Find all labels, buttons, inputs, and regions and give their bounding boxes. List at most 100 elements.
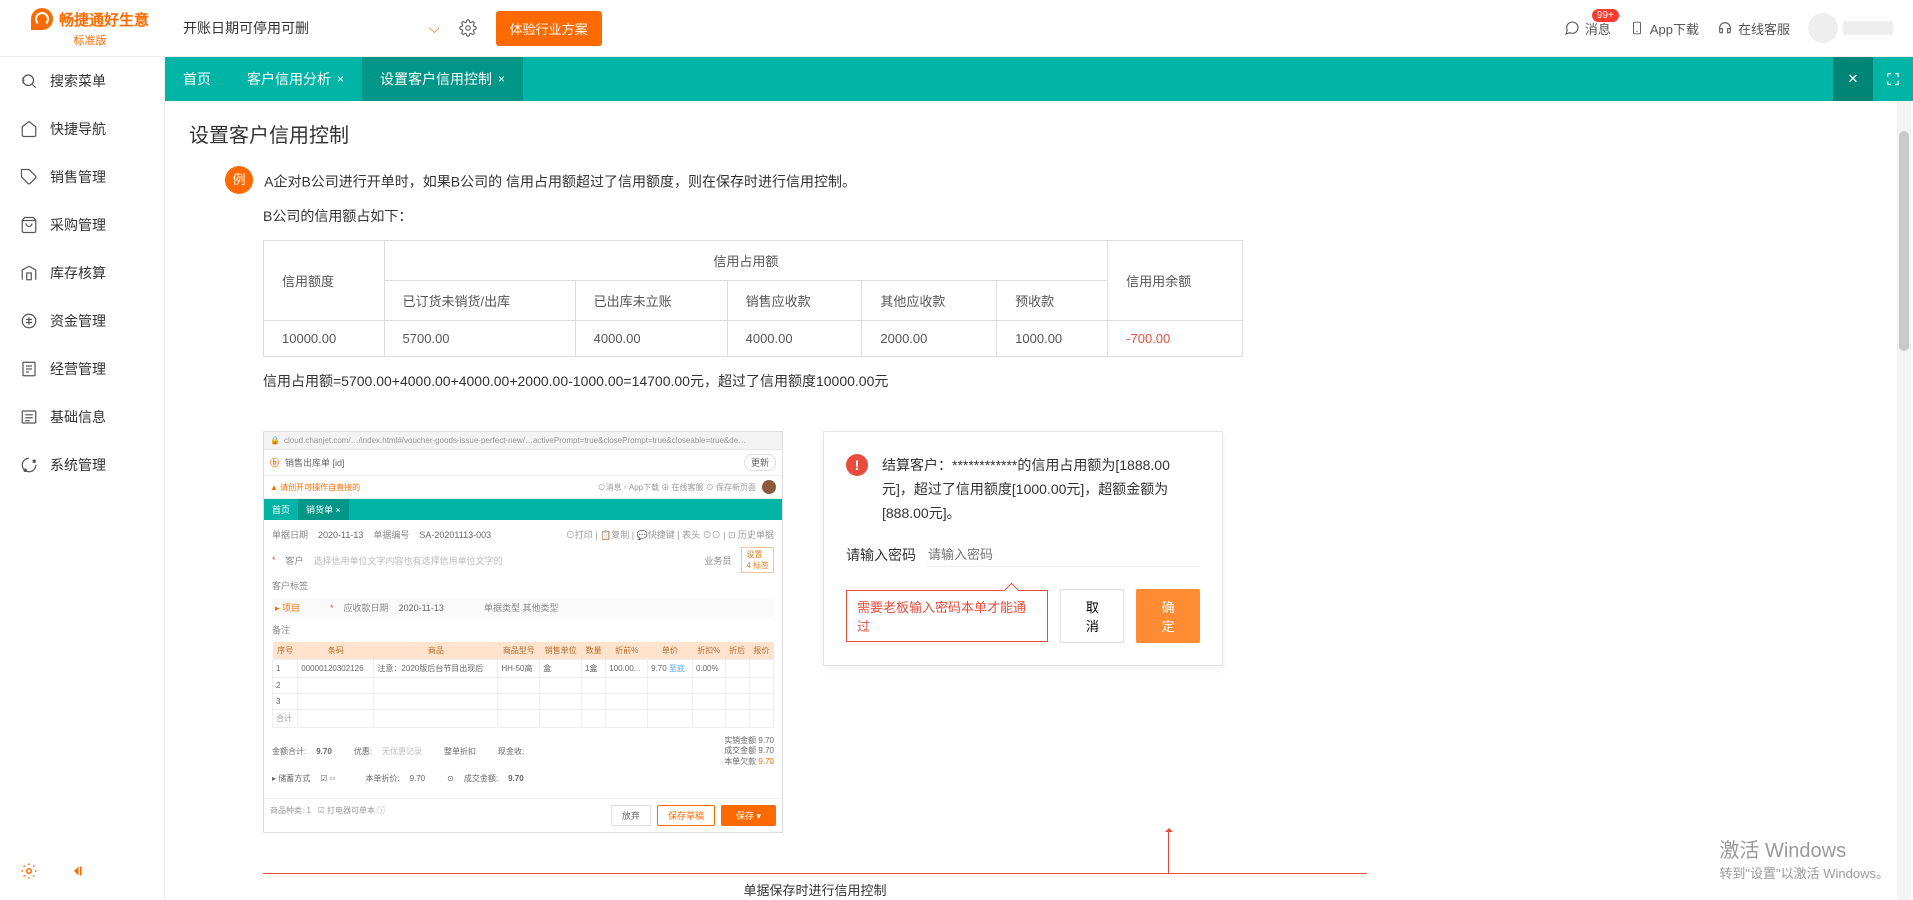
collapse-sidebar-icon[interactable]	[68, 862, 86, 880]
page-title: 设置客户信用控制	[165, 101, 1913, 158]
bottom-gear-icon[interactable]	[20, 862, 38, 880]
scrollbar-track[interactable]	[1897, 101, 1911, 900]
cell: 10000.00	[264, 321, 385, 357]
credit-warning-dialog: ! 结算客户：************的信用占用额为[1888.00元]，超过了…	[823, 431, 1223, 666]
credit-table: 信用额度 信用占用额 信用用余额 已订货未销货/出库 已出库未立账 销售应收款 …	[263, 240, 1243, 357]
table-row: 10000.00 5700.00 4000.00 4000.00 2000.00…	[264, 321, 1243, 357]
brand-name: 畅捷通好生意	[59, 9, 149, 30]
th-sub: 已出库未立账	[575, 281, 727, 321]
th-sub: 其他应收款	[862, 281, 997, 321]
dialog-hint-note: 需要老板输入密码本单才能通过	[846, 590, 1048, 642]
tag-icon	[20, 168, 38, 186]
calculation-text: 信用占用额=5700.00+4000.00+4000.00+2000.00-10…	[263, 371, 1405, 391]
warehouse-icon	[20, 264, 38, 282]
th-balance: 信用用余额	[1108, 241, 1243, 321]
app-download-label: App下载	[1650, 19, 1699, 38]
cell: 5700.00	[384, 321, 575, 357]
phone-icon	[1629, 20, 1645, 36]
sidebar-label: 销售管理	[50, 167, 106, 187]
sidebar-item-basedata[interactable]: 基础信息	[0, 393, 164, 441]
th-sub: 预收款	[997, 281, 1108, 321]
brand-block: 畅捷通好生意 标准版	[0, 8, 165, 48]
cycle-icon	[20, 456, 38, 474]
settings-gear-icon[interactable]	[454, 14, 482, 42]
sidebar-item-inventory[interactable]: 库存核算	[0, 249, 164, 297]
messages-button[interactable]: 消息 99+	[1564, 19, 1611, 38]
th-usage: 信用占用额	[384, 241, 1108, 281]
cancel-button[interactable]: 取消	[1060, 589, 1124, 643]
password-input[interactable]	[926, 543, 1200, 567]
left-sidebar: 搜索菜单 快捷导航 销售管理 采购管理 库存核算 资金管理 经营管理 基础信息	[0, 57, 165, 900]
cell-negative: -700.00	[1108, 321, 1243, 357]
tab-customer-credit-analysis[interactable]: 客户信用分析 ×	[229, 57, 362, 101]
sidebar-item-quicknav[interactable]: 快捷导航	[0, 105, 164, 153]
brand-edition: 标准版	[74, 32, 107, 48]
messages-badge: 99+	[1592, 9, 1619, 22]
scrollbar-thumb[interactable]	[1899, 131, 1909, 351]
account-selector[interactable]: 开账日期可停用可删 ⌵	[183, 18, 440, 38]
example-badge-icon: 例	[225, 166, 253, 194]
example-row: 例 A企对B公司进行开单时，如果B公司的 信用占用额超过了信用额度，则在保存时进…	[225, 168, 1405, 196]
account-selector-label: 开账日期可停用可删	[183, 18, 309, 38]
tab-strip: 首页 客户信用分析 × 设置客户信用控制 × ✕	[165, 57, 1913, 101]
experience-industry-button[interactable]: 体验行业方案	[496, 11, 602, 46]
fullscreen-button[interactable]	[1873, 57, 1913, 101]
annotation-caption: 单据保存时进行信用控制	[225, 880, 1405, 899]
th-sub: 销售应收款	[727, 281, 862, 321]
list-icon	[20, 408, 38, 426]
tab-label: 设置客户信用控制	[380, 69, 492, 89]
cell: 1000.00	[997, 321, 1108, 357]
th-credit-limit: 信用额度	[264, 241, 385, 321]
app-header: 畅捷通好生意 标准版 开账日期可停用可删 ⌵ 体验行业方案 消息 99+ App…	[0, 0, 1913, 57]
close-all-tabs-button[interactable]: ✕	[1833, 57, 1873, 101]
cell: 2000.00	[862, 321, 997, 357]
tab-credit-control-settings[interactable]: 设置客户信用控制 ×	[362, 57, 523, 101]
password-label: 请输入密码	[846, 545, 916, 565]
online-service-label: 在线客服	[1738, 19, 1790, 38]
mock-url-bar: 🔒 cloud.chanjet.com/…/index.html#/vouche…	[264, 432, 782, 450]
app-download-button[interactable]: App下载	[1629, 19, 1699, 38]
tab-home[interactable]: 首页	[165, 57, 229, 101]
sidebar-item-system[interactable]: 系统管理	[0, 441, 164, 489]
headset-icon	[1717, 20, 1733, 36]
brand-logo-icon	[31, 8, 53, 30]
cell: 4000.00	[727, 321, 862, 357]
cell: 4000.00	[575, 321, 727, 357]
sidebar-label: 基础信息	[50, 407, 106, 427]
home-icon	[20, 120, 38, 138]
th-sub: 已订货未销货/出库	[384, 281, 575, 321]
search-icon	[20, 72, 38, 90]
sidebar-label: 库存核算	[50, 263, 106, 283]
content-area: 设置客户信用控制 例 A企对B公司进行开单时，如果B公司的 信用占用额超过了信用…	[165, 101, 1913, 900]
example-text: A企对B公司进行开单时，如果B公司的 信用占用额超过了信用额度，则在保存时进行信…	[264, 173, 856, 189]
sidebar-label: 系统管理	[50, 455, 106, 475]
money-icon	[20, 312, 38, 330]
bag-icon	[20, 216, 38, 234]
embedded-screenshot: 🔒 cloud.chanjet.com/…/index.html#/vouche…	[263, 431, 783, 833]
chat-icon	[1564, 20, 1580, 36]
sidebar-label: 搜索菜单	[50, 71, 106, 91]
sidebar-item-purchase[interactable]: 采购管理	[0, 201, 164, 249]
close-icon[interactable]: ×	[337, 72, 344, 86]
close-icon[interactable]: ×	[498, 72, 505, 86]
online-service-button[interactable]: 在线客服	[1717, 19, 1790, 38]
alert-icon: !	[846, 454, 868, 476]
sidebar-label: 快捷导航	[50, 119, 106, 139]
confirm-button[interactable]: 确定	[1136, 589, 1200, 643]
user-menu[interactable]	[1808, 13, 1893, 43]
annotation-line	[263, 873, 1367, 874]
tab-label: 首页	[183, 69, 211, 89]
sidebar-label: 采购管理	[50, 215, 106, 235]
tab-label: 客户信用分析	[247, 69, 331, 89]
sidebar-item-sales[interactable]: 销售管理	[0, 153, 164, 201]
example-subtitle: B公司的信用额占如下：	[263, 206, 1405, 226]
sidebar-item-funds[interactable]: 资金管理	[0, 297, 164, 345]
sidebar-label: 经营管理	[50, 359, 106, 379]
sidebar-item-business[interactable]: 经营管理	[0, 345, 164, 393]
avatar-name-placeholder	[1843, 21, 1893, 35]
avatar-icon	[1808, 13, 1838, 43]
report-icon	[20, 360, 38, 378]
dialog-message: 结算客户：************的信用占用额为[1888.00元]，超过了信用…	[882, 454, 1200, 525]
sidebar-item-search[interactable]: 搜索菜单	[0, 57, 164, 105]
sidebar-label: 资金管理	[50, 311, 106, 331]
